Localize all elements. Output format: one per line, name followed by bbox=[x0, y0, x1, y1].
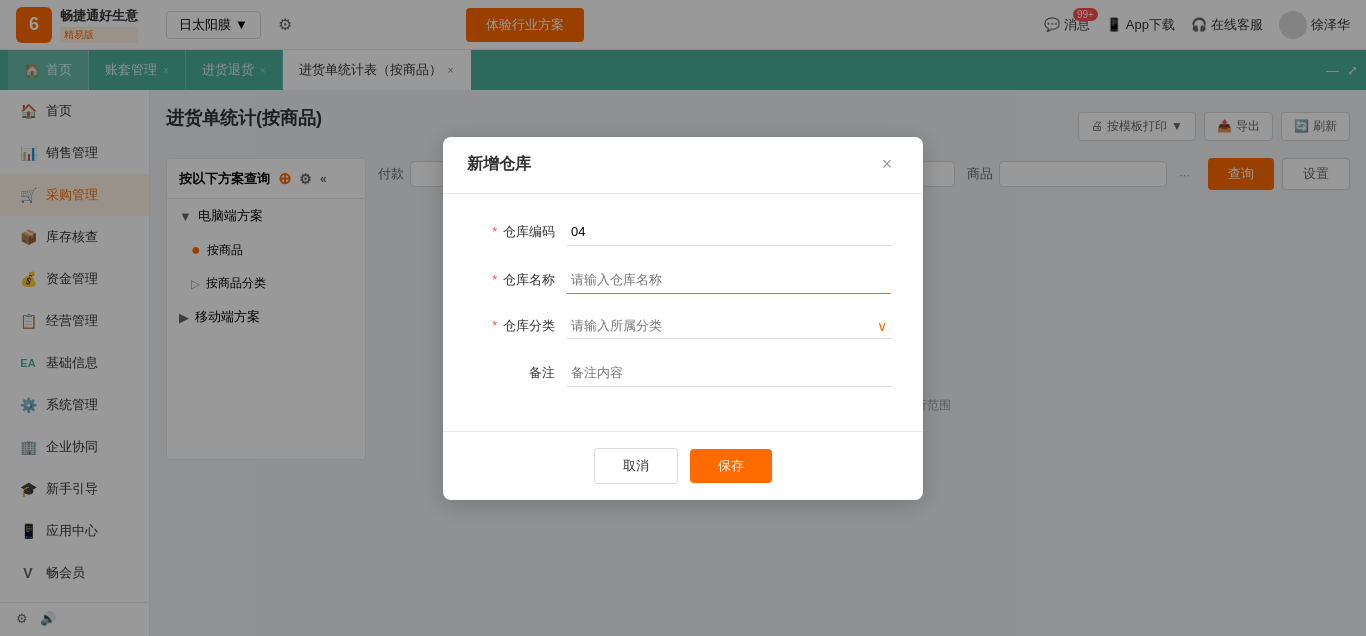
warehouse-name-row: * 仓库名称 bbox=[475, 266, 891, 294]
required-star-category: * bbox=[492, 318, 497, 333]
warehouse-code-row: * 仓库编码 bbox=[475, 218, 891, 246]
required-star-name: * bbox=[492, 272, 497, 287]
category-select-input[interactable] bbox=[571, 318, 877, 333]
dialog-overlay: 新增仓库 × * 仓库编码 * 仓库名称 bbox=[0, 0, 1366, 636]
save-button[interactable]: 保存 bbox=[690, 449, 772, 483]
cancel-button[interactable]: 取消 bbox=[594, 448, 678, 484]
new-warehouse-dialog: 新增仓库 × * 仓库编码 * 仓库名称 bbox=[443, 137, 923, 500]
warehouse-code-input[interactable] bbox=[567, 218, 891, 246]
category-label: * 仓库分类 bbox=[475, 317, 555, 335]
warehouse-name-input[interactable] bbox=[567, 266, 891, 294]
category-select-wrap[interactable]: ∨ bbox=[567, 314, 891, 339]
dialog-header: 新增仓库 × bbox=[443, 137, 923, 194]
dialog-title: 新增仓库 bbox=[467, 154, 531, 175]
warehouse-remark-input[interactable] bbox=[567, 359, 891, 387]
dialog-body: * 仓库编码 * 仓库名称 * 仓库分类 bbox=[443, 194, 923, 431]
warehouse-remark-row: 备注 bbox=[475, 359, 891, 387]
dialog-close-icon[interactable]: × bbox=[875, 153, 899, 177]
category-arrow-icon: ∨ bbox=[877, 318, 887, 334]
warehouse-category-row: * 仓库分类 ∨ bbox=[475, 314, 891, 339]
dialog-footer: 取消 保存 bbox=[443, 431, 923, 500]
name-label: * 仓库名称 bbox=[475, 271, 555, 289]
code-label: * 仓库编码 bbox=[475, 223, 555, 241]
required-star-code: * bbox=[492, 224, 497, 239]
remark-label: 备注 bbox=[475, 364, 555, 382]
